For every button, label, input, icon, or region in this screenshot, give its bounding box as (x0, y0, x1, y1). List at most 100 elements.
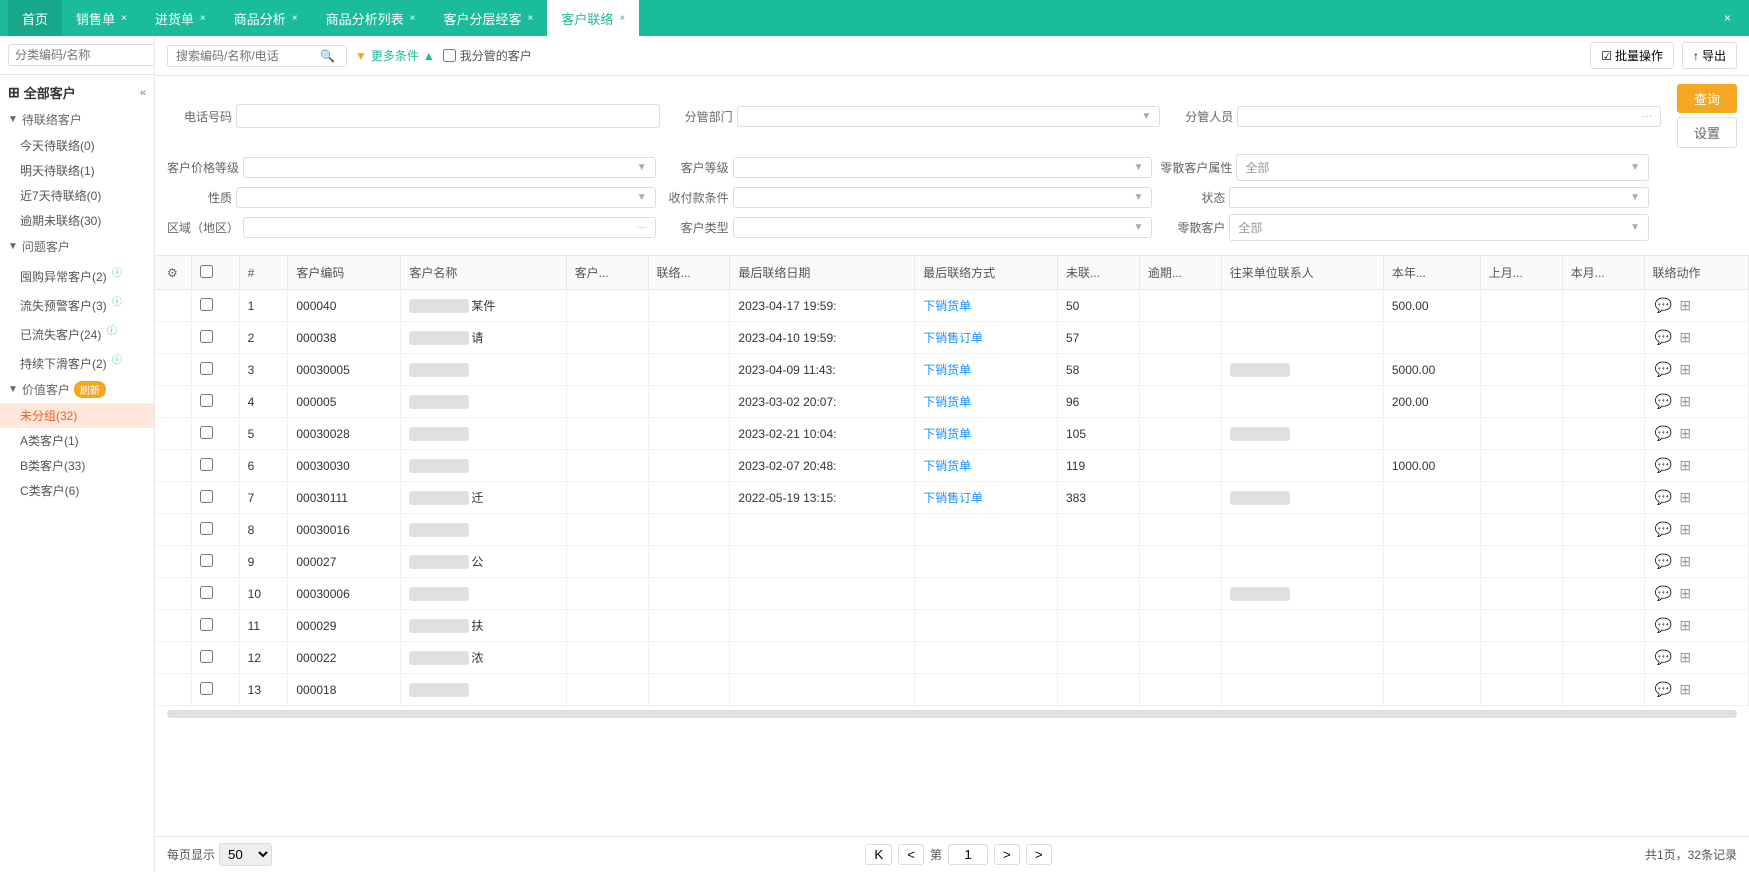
sidebar-item-class-b[interactable]: B类客户(33) (0, 453, 154, 478)
tab-goods-analysis-close[interactable]: × (292, 13, 298, 24)
method-link[interactable]: 下销货单 (923, 363, 971, 377)
first-page-btn[interactable]: K (865, 844, 892, 865)
chat-icon[interactable]: 💬 (1655, 649, 1672, 665)
sidebar-item-declining[interactable]: 持续下滑客户(2) ⓘ (0, 347, 154, 376)
chat-icon[interactable]: 💬 (1655, 329, 1672, 345)
gear-icon[interactable]: ⚙ (163, 264, 182, 282)
sidebar-item-class-a[interactable]: A类客户(1) (0, 428, 154, 453)
my-customers-checkbox-label[interactable]: 我分管的客户 (443, 47, 532, 64)
retail-customer-select[interactable]: 全部 ▼ (1229, 214, 1649, 241)
apps-icon[interactable]: ⊞ (1679, 585, 1691, 601)
search-icon[interactable]: 🔍 (320, 49, 335, 63)
sidebar-item-today-pending[interactable]: 今天待联络(0) (0, 133, 154, 158)
apps-icon[interactable]: ⊞ (1679, 521, 1691, 537)
payment-select[interactable]: ▼ (733, 187, 1153, 208)
next-page-btn[interactable]: > (994, 844, 1020, 865)
row-checkbox[interactable] (200, 650, 213, 663)
last-page-btn[interactable]: > (1026, 844, 1052, 865)
sidebar-group-problem[interactable]: ▼ 问题客户 (0, 233, 154, 260)
method-link[interactable]: 下销货单 (923, 395, 971, 409)
dept-select[interactable]: ▼ (737, 106, 1161, 127)
row-checkbox[interactable] (200, 682, 213, 695)
status-select[interactable]: ▼ (1229, 187, 1649, 208)
row-checkbox[interactable] (200, 522, 213, 535)
region-select[interactable]: ··· (243, 217, 656, 238)
collapse-icon[interactable]: « (140, 87, 146, 99)
chat-icon[interactable]: 💬 (1655, 425, 1672, 441)
tab-sales-close[interactable]: × (121, 13, 127, 24)
sidebar-item-churned[interactable]: 已流失客户(24) ⓘ (0, 318, 154, 347)
method-link[interactable]: 下销货单 (923, 427, 971, 441)
row-checkbox[interactable] (200, 330, 213, 343)
apps-icon[interactable]: ⊞ (1679, 457, 1691, 473)
chat-icon[interactable]: 💬 (1655, 393, 1672, 409)
apps-icon[interactable]: ⊞ (1679, 649, 1691, 665)
search-input[interactable] (176, 49, 316, 63)
tab-goods-list[interactable]: 商品分析列表 × (312, 0, 430, 36)
chat-icon[interactable]: 💬 (1655, 617, 1672, 633)
apps-icon[interactable]: ⊞ (1679, 425, 1691, 441)
sidebar-item-class-c[interactable]: C类客户(6) (0, 478, 154, 503)
tab-customer-contact-close[interactable]: × (619, 13, 625, 24)
row-checkbox[interactable] (200, 298, 213, 311)
row-checkbox[interactable] (200, 554, 213, 567)
apps-icon[interactable]: ⊞ (1679, 681, 1691, 697)
select-all-checkbox[interactable] (200, 265, 213, 278)
sidebar-item-overdue-pending[interactable]: 逾期未联络(30) (0, 208, 154, 233)
tab-goods-analysis[interactable]: 商品分析 × (220, 0, 312, 36)
query-button[interactable]: 查询 (1677, 84, 1737, 113)
method-link[interactable]: 下销售订单 (923, 491, 983, 505)
tab-goods-list-close[interactable]: × (410, 13, 416, 24)
sidebar-search-input[interactable] (8, 44, 155, 66)
chat-icon[interactable]: 💬 (1655, 489, 1672, 505)
chat-icon[interactable]: 💬 (1655, 681, 1672, 697)
method-link[interactable]: 下销货单 (923, 299, 971, 313)
row-checkbox[interactable] (200, 618, 213, 631)
horizontal-scrollbar[interactable] (167, 710, 1737, 718)
apps-icon[interactable]: ⊞ (1679, 393, 1691, 409)
tab-customer-layer[interactable]: 客户分层经客 × (429, 0, 547, 36)
sidebar-item-ungrouped[interactable]: 未分组(32) (0, 403, 154, 428)
sidebar-group-value[interactable]: ▼ 价值客户 刷新 (0, 376, 154, 403)
sidebar-item-tomorrow-pending[interactable]: 明天待联络(1) (0, 158, 154, 183)
reset-button[interactable]: 设置 (1677, 117, 1737, 148)
apps-icon[interactable]: ⊞ (1679, 329, 1691, 345)
customer-type-select[interactable]: ▼ (733, 217, 1153, 238)
tab-home[interactable]: 首页 (8, 0, 62, 36)
tab-sales[interactable]: 销售单 × (62, 0, 141, 36)
customer-level-select[interactable]: ▼ (733, 157, 1153, 178)
method-link[interactable]: 下销售订单 (923, 331, 983, 345)
my-customers-checkbox[interactable] (443, 49, 456, 62)
sidebar-item-7days-pending[interactable]: 近7天待联络(0) (0, 183, 154, 208)
chat-icon[interactable]: 💬 (1655, 361, 1672, 377)
retail-attr-select[interactable]: 全部 ▼ (1236, 154, 1649, 181)
per-page-select[interactable]: 50 100 200 (219, 843, 272, 866)
nav-close-btn[interactable]: × (1714, 11, 1741, 25)
apps-icon[interactable]: ⊞ (1679, 297, 1691, 313)
sidebar-group-pending-contact[interactable]: ▼ 待联络客户 (0, 106, 154, 133)
apps-icon[interactable]: ⊞ (1679, 361, 1691, 377)
price-level-select[interactable]: ▼ (243, 157, 656, 178)
tab-purchase[interactable]: 进货单 × (141, 0, 220, 36)
row-checkbox[interactable] (200, 426, 213, 439)
export-button[interactable]: ↑ 导出 (1682, 42, 1737, 69)
row-checkbox[interactable] (200, 458, 213, 471)
chat-icon[interactable]: 💬 (1655, 553, 1672, 569)
more-conditions-btn[interactable]: ▼ 更多条件 ▲ (355, 47, 435, 64)
row-checkbox[interactable] (200, 394, 213, 407)
page-input[interactable] (948, 844, 988, 865)
row-checkbox[interactable] (200, 586, 213, 599)
prev-page-btn[interactable]: < (898, 844, 924, 865)
staff-select[interactable]: ··· (1237, 106, 1661, 127)
method-link[interactable]: 下销货单 (923, 459, 971, 473)
tab-purchase-close[interactable]: × (200, 13, 206, 24)
row-checkbox[interactable] (200, 490, 213, 503)
apps-icon[interactable]: ⊞ (1679, 617, 1691, 633)
chat-icon[interactable]: 💬 (1655, 297, 1672, 313)
tab-customer-contact[interactable]: 客户联络 × (547, 0, 639, 36)
row-checkbox[interactable] (200, 362, 213, 375)
chat-icon[interactable]: 💬 (1655, 521, 1672, 537)
gender-select[interactable]: ▼ (236, 187, 656, 208)
apps-icon[interactable]: ⊞ (1679, 489, 1691, 505)
phone-input[interactable] (236, 104, 660, 128)
